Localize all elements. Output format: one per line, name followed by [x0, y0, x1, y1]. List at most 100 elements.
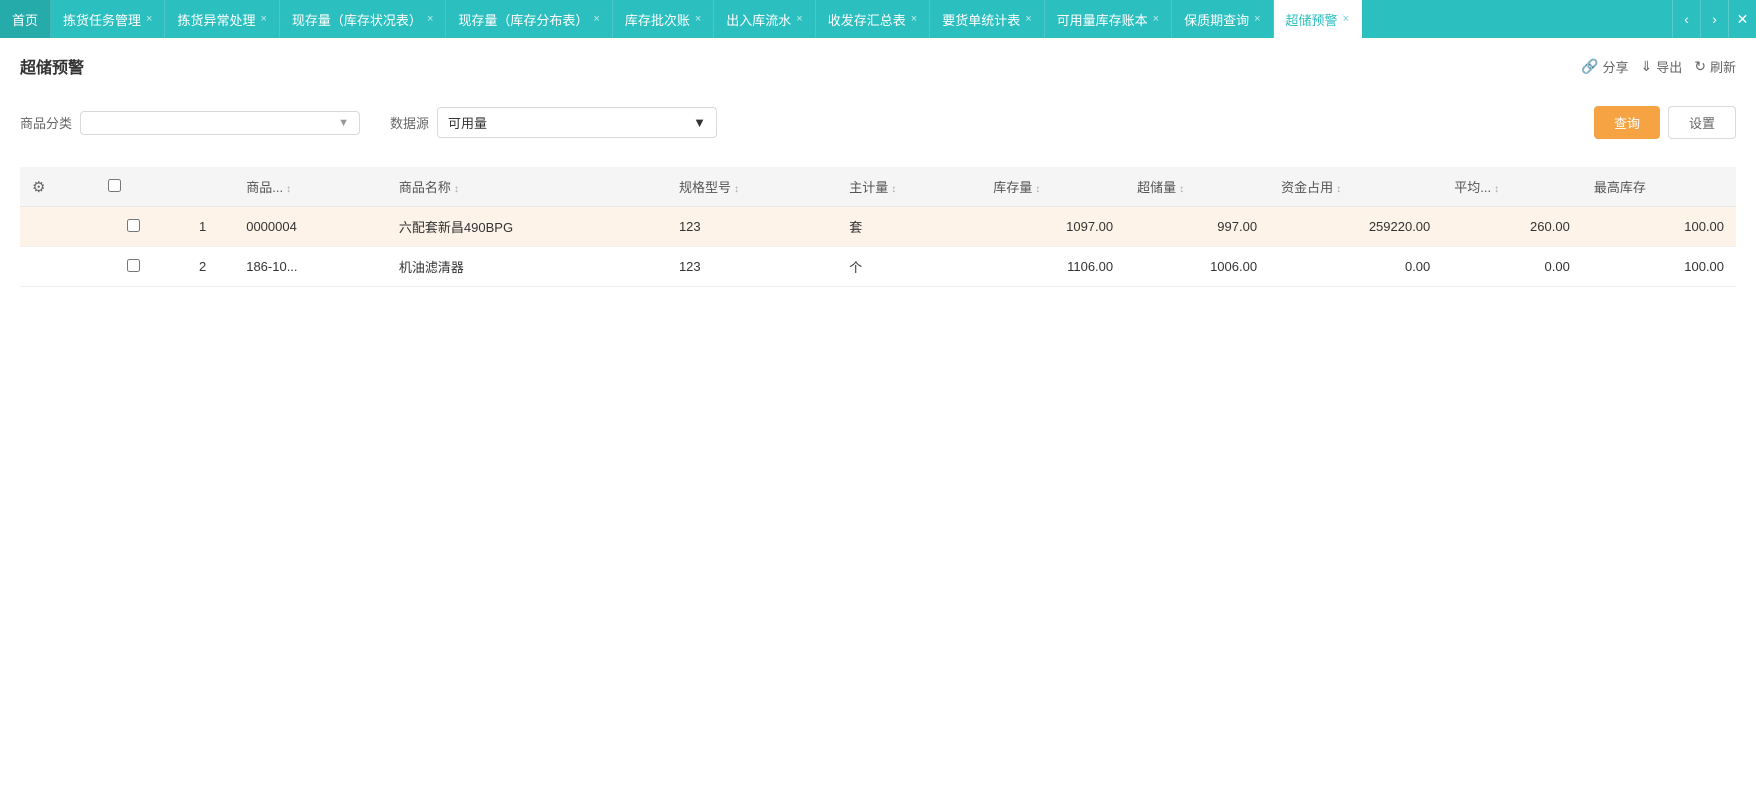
sort-icon: ↕ — [734, 184, 739, 195]
datasource-filter-label: 数据源 — [390, 113, 429, 132]
row-checkbox[interactable] — [127, 259, 140, 272]
datasource-filter-select[interactable]: 可用量 ▼ — [437, 107, 717, 138]
column-header-spec[interactable]: 规格型号↕ — [667, 167, 837, 207]
column-label: 资金占用 — [1281, 180, 1333, 195]
column-header-stock[interactable]: 库存量↕ — [981, 167, 1125, 207]
nav-item-------[interactable]: 拣货任务管理 × — [51, 0, 165, 38]
nav-item--------[interactable]: 可用量库存账本× — [1045, 0, 1172, 38]
stock-cell: 1106.00 — [981, 247, 1125, 287]
nav-item-label: 收发存汇总表 — [828, 10, 906, 29]
column-checkbox-all[interactable] — [96, 167, 171, 207]
datasource-select-value: 可用量 — [448, 113, 487, 132]
nav-item-label: 库存批次账 — [625, 10, 690, 29]
category-filter-select[interactable]: ▼ — [80, 111, 360, 135]
nav-arrows: ‹ › ✕ — [1672, 0, 1756, 38]
max-stock-cell: 100.00 — [1582, 247, 1736, 287]
nav-close-icon[interactable]: × — [1254, 13, 1260, 25]
column-label: 最高库存 — [1594, 180, 1646, 195]
sort-icon: ↕ — [454, 184, 459, 195]
nav-close-icon[interactable]: × — [146, 13, 152, 25]
row-number-cell: 1 — [171, 207, 234, 247]
table-header: ⚙商品...↕商品名称↕规格型号↕主计量↕库存量↕超储量↕资金占用↕平均...↕… — [20, 167, 1736, 207]
nav-item-------[interactable]: 收发存汇总表 × — [816, 0, 930, 38]
column-label: 商品名称 — [399, 180, 451, 195]
sort-icon: ↕ — [1035, 184, 1040, 195]
column-gear-settings[interactable]: ⚙ — [20, 167, 96, 207]
nav-item-----------[interactable]: 现存量（库存状况表）× — [280, 0, 446, 38]
nav-close-icon[interactable]: × — [695, 13, 701, 25]
nav-item------[interactable]: 出入库流水 × — [714, 0, 815, 38]
product-code-cell: 186-10... — [234, 247, 387, 287]
column-label: 平均... — [1454, 180, 1491, 195]
nav-item-----[interactable]: 超储预警 × — [1274, 0, 1362, 38]
avg-cell: 0.00 — [1442, 247, 1582, 287]
stock-cell: 1097.00 — [981, 207, 1125, 247]
query-button[interactable]: 查询 — [1594, 106, 1660, 139]
export-button[interactable]: ⇓ 导出 — [1641, 57, 1683, 76]
column-header-avg[interactable]: 平均...↕ — [1442, 167, 1582, 207]
row-checkbox-cell[interactable] — [96, 247, 171, 287]
nav-item-----------[interactable]: 现存量（库存分布表） × — [446, 0, 612, 38]
column-header-capital[interactable]: 资金占用↕ — [1269, 167, 1442, 207]
nav-next-arrow[interactable]: › — [1700, 0, 1728, 38]
nav-close-icon[interactable]: × — [796, 13, 802, 25]
column-header-product_code[interactable]: 商品...↕ — [234, 167, 387, 207]
nav-close-icon[interactable]: × — [260, 13, 266, 25]
category-chevron-down-icon: ▼ — [338, 117, 349, 129]
nav-item-label: 拣货异常处理 — [177, 10, 255, 29]
column-header-overstock[interactable]: 超储量↕ — [1125, 167, 1269, 207]
nav-close-icon[interactable]: × — [427, 13, 433, 25]
product-code-cell: 0000004 — [234, 207, 387, 247]
nav-close-icon[interactable]: × — [1153, 13, 1159, 25]
nav-close-arrow[interactable]: ✕ — [1728, 0, 1756, 38]
sort-icon: ↕ — [1336, 184, 1341, 195]
share-icon: 🔗 — [1581, 58, 1598, 75]
nav-item-label: 现存量（库存分布表） — [458, 10, 588, 29]
sort-icon: ↕ — [1494, 184, 1499, 195]
share-button[interactable]: 🔗 分享 — [1581, 57, 1628, 76]
nav-item-label: 超储预警 — [1286, 10, 1338, 29]
column-label: 商品... — [246, 180, 283, 195]
page-content: 超储预警 🔗 分享 ⇓ 导出 ↻ 刷新 商品分类 ▼ 数据源 — [0, 38, 1756, 800]
nav-item------[interactable]: 保质期查询 × — [1172, 0, 1273, 38]
column-label: 超储量 — [1137, 180, 1176, 195]
nav-item-------[interactable]: 要货单统计表× — [930, 0, 1044, 38]
page-header: 超储预警 🔗 分享 ⇓ 导出 ↻ 刷新 — [20, 54, 1736, 78]
column-header-unit[interactable]: 主计量↕ — [837, 167, 981, 207]
nav-close-icon[interactable]: × — [911, 13, 917, 25]
nav-item---[interactable]: 首页 — [0, 0, 51, 38]
overstock-cell: 1006.00 — [1125, 247, 1269, 287]
row-checkbox-cell[interactable] — [96, 207, 171, 247]
nav-item-label: 拣货任务管理 — [63, 10, 141, 29]
nav-item-------[interactable]: 拣货异常处理 × — [165, 0, 279, 38]
table-body: 10000004六配套新昌490BPG123套1097.00997.002592… — [20, 207, 1736, 287]
nav-close-icon[interactable]: × — [1025, 13, 1031, 25]
capital-cell: 0.00 — [1269, 247, 1442, 287]
gear-icon: ⚙ — [32, 179, 45, 196]
refresh-button[interactable]: ↻ 刷新 — [1694, 57, 1736, 76]
header-actions: 🔗 分享 ⇓ 导出 ↻ 刷新 — [1581, 57, 1736, 76]
column-label: 库存量 — [993, 180, 1032, 195]
nav-item------[interactable]: 库存批次账 × — [613, 0, 714, 38]
nav-item-label: 出入库流水 — [726, 10, 791, 29]
nav-close-icon[interactable]: × — [1343, 13, 1349, 25]
product-name-cell: 机油滤清器 — [387, 247, 667, 287]
export-label: 导出 — [1656, 57, 1682, 76]
nav-close-icon[interactable]: × — [593, 13, 599, 25]
share-label: 分享 — [1602, 57, 1628, 76]
sort-icon: ↕ — [891, 184, 896, 195]
refresh-icon: ↻ — [1694, 58, 1706, 75]
settings-button[interactable]: 设置 — [1668, 106, 1736, 139]
overstock-cell: 997.00 — [1125, 207, 1269, 247]
nav-prev-arrow[interactable]: ‹ — [1672, 0, 1700, 38]
nav-item-label: 保质期查询 — [1184, 10, 1249, 29]
select-all-checkbox[interactable] — [108, 179, 121, 192]
nav-item-label: 首页 — [12, 10, 38, 29]
row-gear-cell — [20, 207, 96, 247]
column-header-product_name[interactable]: 商品名称↕ — [387, 167, 667, 207]
spec-cell: 123 — [667, 247, 837, 287]
row-checkbox[interactable] — [127, 219, 140, 232]
max-stock-cell: 100.00 — [1582, 207, 1736, 247]
datasource-filter-group: 数据源 可用量 ▼ — [390, 107, 717, 138]
filter-area: 商品分类 ▼ 数据源 可用量 ▼ 查询 设置 — [20, 94, 1736, 151]
